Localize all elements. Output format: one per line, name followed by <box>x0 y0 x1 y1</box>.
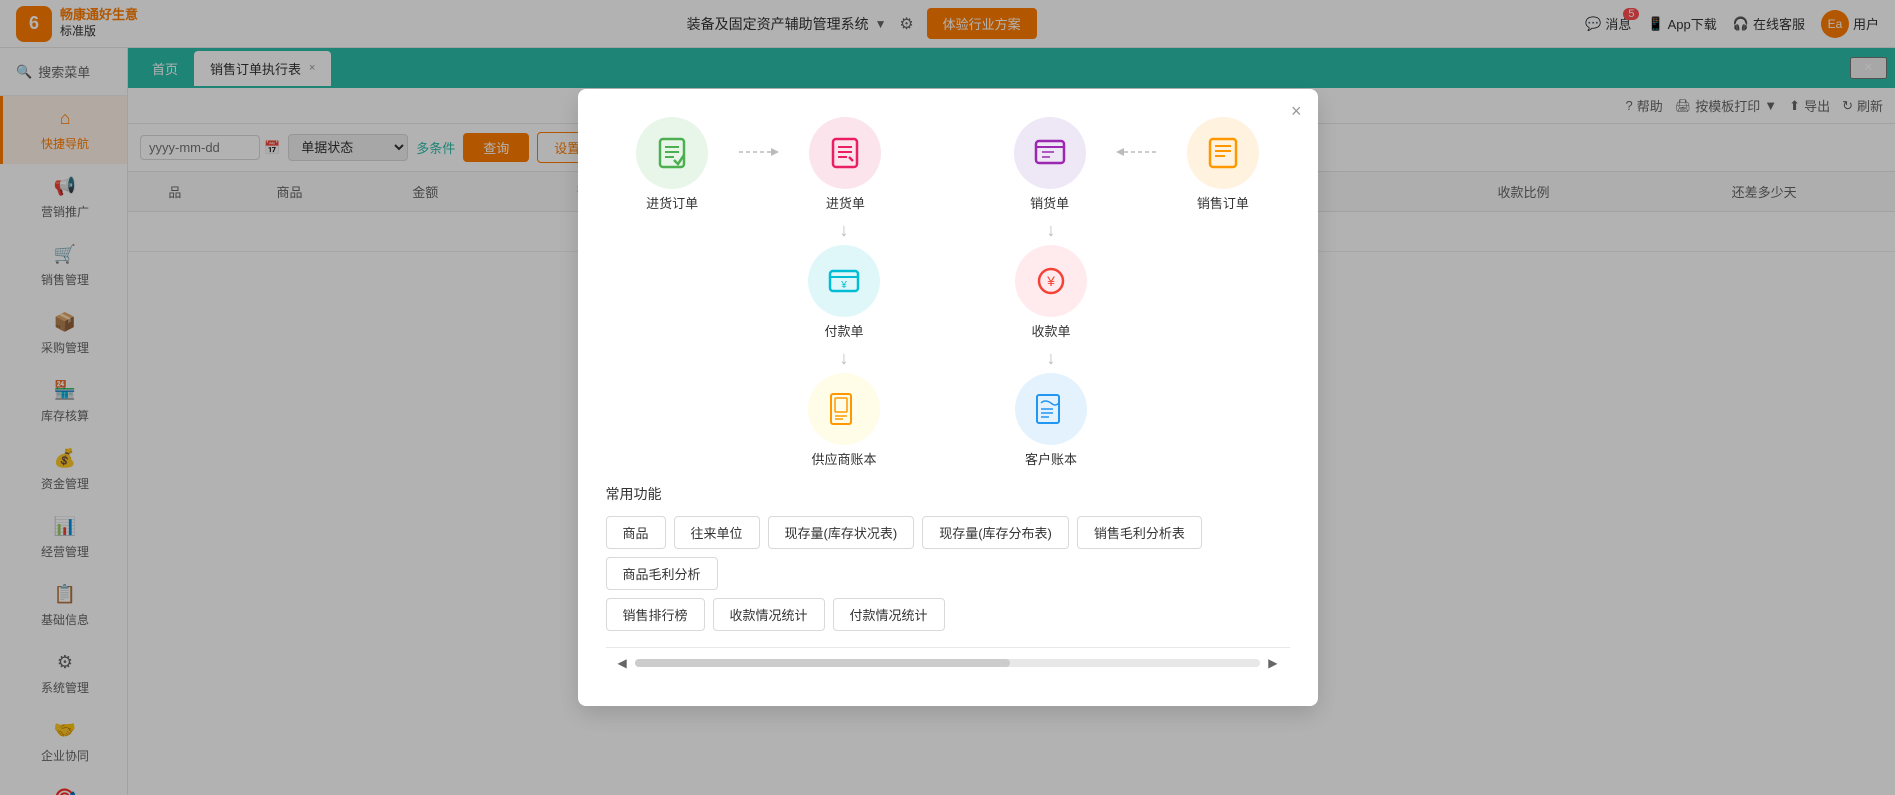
supplier-account-label: 供应商账本 <box>811 449 876 468</box>
func-btn-collection-stats[interactable]: 收款情况统计 <box>713 598 825 631</box>
sales-order-label: 销售订单 <box>1197 193 1249 212</box>
sales-invoice-down-arrow: ↓ <box>984 220 1119 241</box>
func-btn-sales-rank[interactable]: 销售排行榜 <box>606 598 705 631</box>
func-btn-payment-stats[interactable]: 付款情况统计 <box>833 598 945 631</box>
customer-account-label: 客户账本 <box>1025 449 1077 468</box>
payment-circle: ¥ <box>808 245 880 317</box>
modal: × 进货订单 进货单 <box>578 89 1318 706</box>
receipt-circle: ¥ <box>1015 245 1087 317</box>
flow-node-supplier-account: 供应商账本 <box>777 373 912 468</box>
flow-node-payment: ¥ 付款单 <box>777 245 912 340</box>
receipt-down-arrow: ↓ <box>984 348 1119 369</box>
flow-node-sales-invoice: 销货单 <box>983 117 1116 212</box>
common-funcs: 常用功能 商品 往来单位 现存量(库存状况表) 现存量(库存分布表) 销售毛利分… <box>606 484 1290 631</box>
scroll-right-arrow[interactable]: ▶ <box>1268 656 1277 670</box>
arrow-so-to-si <box>1116 117 1156 159</box>
func-btn-stock-dist[interactable]: 现存量(库存分布表) <box>922 516 1069 549</box>
modal-close-button[interactable]: × <box>1291 101 1302 122</box>
customer-account-circle <box>1015 373 1087 445</box>
sales-order-circle <box>1187 117 1259 189</box>
common-funcs-title: 常用功能 <box>606 484 1290 504</box>
func-btn-product-margin[interactable]: 商品毛利分析 <box>606 557 718 590</box>
purchase-down-arrow: ↓ <box>777 220 912 241</box>
payment-label: 付款单 <box>824 321 863 340</box>
sales-invoice-label: 销货单 <box>1030 193 1069 212</box>
purchase-circle <box>809 117 881 189</box>
flow-node-sales-order: 销售订单 <box>1156 117 1289 212</box>
func-btn-partner[interactable]: 往来单位 <box>674 516 760 549</box>
purchase-order-label: 进货订单 <box>646 193 698 212</box>
sales-invoice-circle <box>1014 117 1086 189</box>
flow-node-receipt: ¥ 收款单 <box>984 245 1119 340</box>
func-buttons: 商品 往来单位 现存量(库存状况表) 现存量(库存分布表) 销售毛利分析表 商品… <box>606 516 1290 590</box>
payment-down-arrow: ↓ <box>777 348 912 369</box>
func-btn-stock-status[interactable]: 现存量(库存状况表) <box>768 516 915 549</box>
scroll-thumb <box>635 659 1010 667</box>
func-btn-sales-margin[interactable]: 销售毛利分析表 <box>1077 516 1202 549</box>
scroll-bar[interactable] <box>635 659 1261 667</box>
flow-node-purchase: 进货单 <box>779 117 912 212</box>
modal-overlay[interactable]: × 进货订单 进货单 <box>0 0 1895 795</box>
purchase-label: 进货单 <box>826 193 865 212</box>
svg-text:¥: ¥ <box>1046 273 1055 289</box>
arrow-po-to-p <box>739 117 779 159</box>
scroll-bar-area: ◀ ▶ <box>606 647 1290 678</box>
flow-node-customer-account: 客户账本 <box>984 373 1119 468</box>
flow-node-purchase-order: 进货订单 <box>606 117 739 212</box>
receipt-label: 收款单 <box>1031 321 1070 340</box>
svg-text:¥: ¥ <box>840 280 847 291</box>
purchase-order-circle <box>636 117 708 189</box>
func-btn-product[interactable]: 商品 <box>606 516 666 549</box>
supplier-account-circle <box>808 373 880 445</box>
scroll-left-arrow[interactable]: ◀ <box>618 656 627 670</box>
func-buttons-row2: 销售排行榜 收款情况统计 付款情况统计 <box>606 598 1290 631</box>
